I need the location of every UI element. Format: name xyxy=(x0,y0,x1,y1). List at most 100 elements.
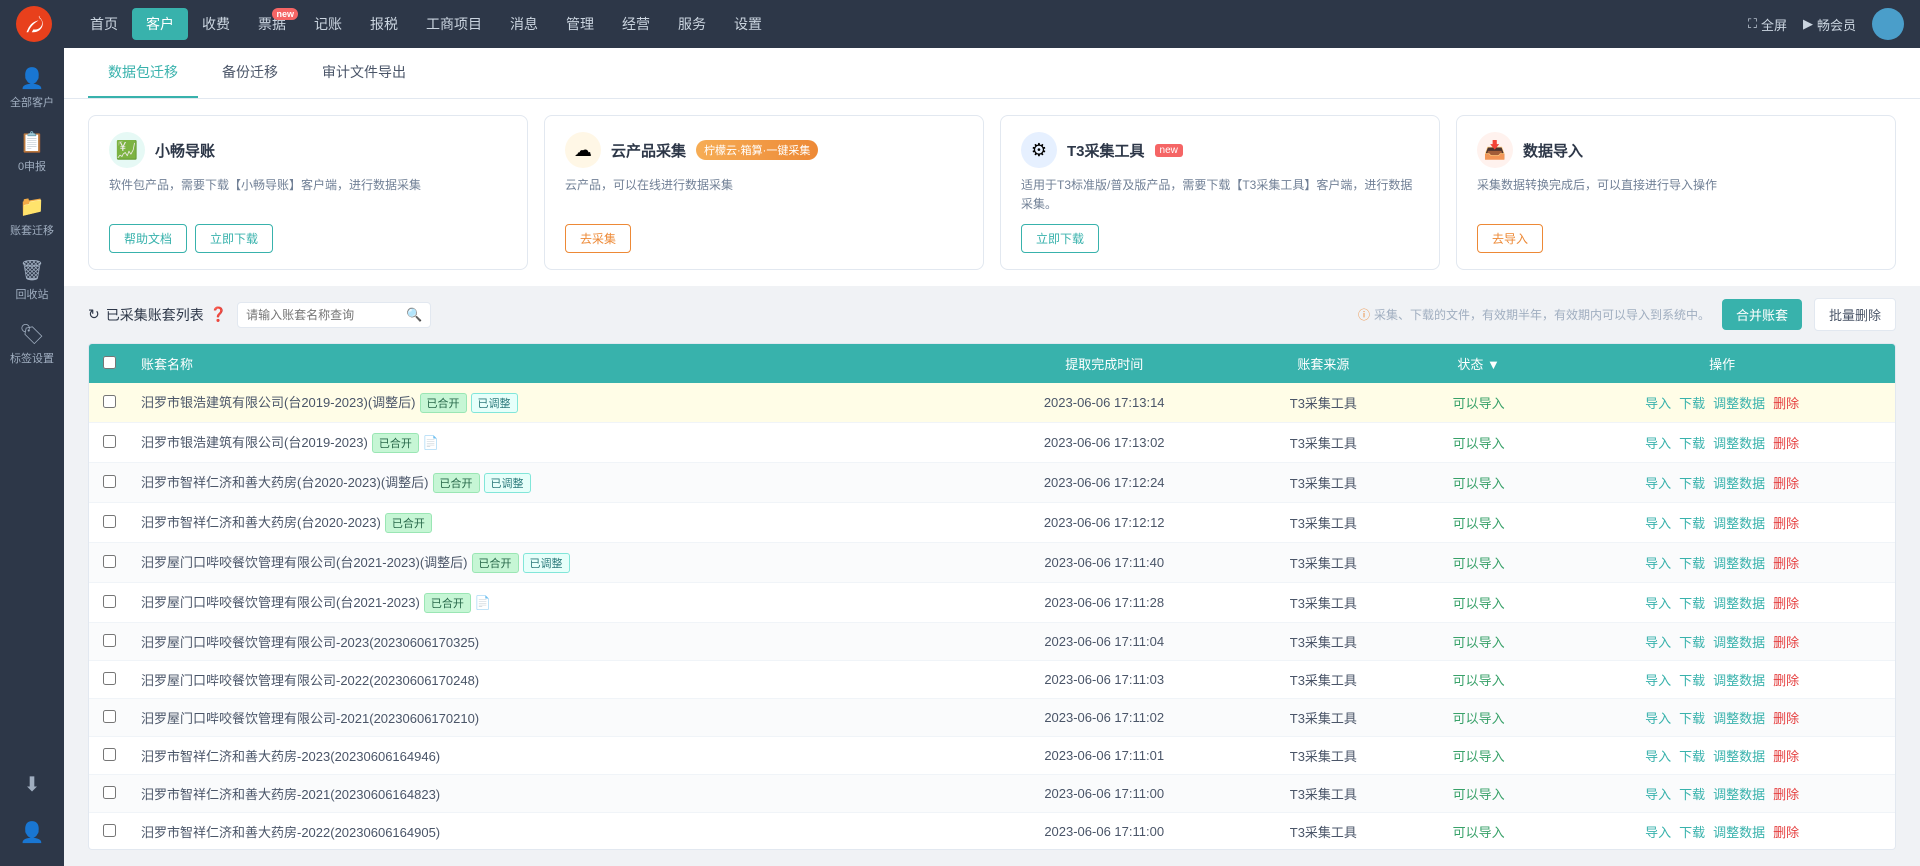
row-action-调整数据[interactable]: 调整数据 xyxy=(1713,556,1765,571)
row-checkbox[interactable] xyxy=(103,395,116,408)
row-checkbox[interactable] xyxy=(103,555,116,568)
row-checkbox[interactable] xyxy=(103,710,116,723)
row-action-调整数据[interactable]: 调整数据 xyxy=(1713,436,1765,451)
row-action-下载[interactable]: 下载 xyxy=(1679,596,1705,611)
xiaochangdao-download-btn[interactable]: 立即下载 xyxy=(195,224,273,253)
nav-customers[interactable]: 客户 xyxy=(132,8,188,40)
row-action-删除[interactable]: 删除 xyxy=(1773,596,1799,611)
nav-commerce[interactable]: 工商项目 xyxy=(412,8,496,40)
row-action-导入[interactable]: 导入 xyxy=(1645,749,1671,764)
list-help-icon[interactable]: ❓ xyxy=(210,306,227,323)
row-action-调整数据[interactable]: 调整数据 xyxy=(1713,711,1765,726)
row-action-导入[interactable]: 导入 xyxy=(1645,711,1671,726)
nav-billing[interactable]: 收费 xyxy=(188,8,244,40)
sidebar-item-trash[interactable]: 🗑 回收站 xyxy=(0,248,64,312)
row-action-导入[interactable]: 导入 xyxy=(1645,787,1671,802)
row-action-下载[interactable]: 下载 xyxy=(1679,749,1705,764)
sidebar-item-tag-settings[interactable]: 🏷 标签设置 xyxy=(0,312,64,376)
row-file-icon[interactable]: 📄 xyxy=(423,435,439,450)
nav-home[interactable]: 首页 xyxy=(76,8,132,40)
row-action-删除[interactable]: 删除 xyxy=(1773,787,1799,802)
row-action-删除[interactable]: 删除 xyxy=(1773,516,1799,531)
search-input[interactable] xyxy=(246,308,406,322)
row-checkbox[interactable] xyxy=(103,824,116,837)
row-action-调整数据[interactable]: 调整数据 xyxy=(1713,749,1765,764)
row-action-删除[interactable]: 删除 xyxy=(1773,556,1799,571)
search-icon[interactable]: 🔍 xyxy=(406,307,422,323)
row-action-删除[interactable]: 删除 xyxy=(1773,476,1799,491)
row-action-调整数据[interactable]: 调整数据 xyxy=(1713,596,1765,611)
row-action-删除[interactable]: 删除 xyxy=(1773,825,1799,840)
row-action-删除[interactable]: 删除 xyxy=(1773,749,1799,764)
row-checkbox[interactable] xyxy=(103,748,116,761)
sidebar-item-user-profile[interactable]: 👤 xyxy=(20,810,45,858)
row-action-导入[interactable]: 导入 xyxy=(1645,396,1671,411)
row-action-导入[interactable]: 导入 xyxy=(1645,673,1671,688)
row-action-下载[interactable]: 下载 xyxy=(1679,635,1705,650)
row-action-下载[interactable]: 下载 xyxy=(1679,396,1705,411)
row-action-下载[interactable]: 下载 xyxy=(1679,825,1705,840)
user-avatar[interactable] xyxy=(1872,8,1904,40)
row-action-删除[interactable]: 删除 xyxy=(1773,436,1799,451)
row-action-删除[interactable]: 删除 xyxy=(1773,711,1799,726)
row-action-调整数据[interactable]: 调整数据 xyxy=(1713,516,1765,531)
row-action-删除[interactable]: 删除 xyxy=(1773,673,1799,688)
row-checkbox[interactable] xyxy=(103,634,116,647)
refresh-icon[interactable]: ↻ xyxy=(88,306,100,323)
row-action-下载[interactable]: 下载 xyxy=(1679,711,1705,726)
sidebar-item-zero-report[interactable]: 📋 0申报 xyxy=(0,120,64,184)
row-checkbox[interactable] xyxy=(103,672,116,685)
fullscreen-btn[interactable]: ⛶ 全屏 xyxy=(1748,15,1787,34)
row-action-调整数据[interactable]: 调整数据 xyxy=(1713,825,1765,840)
row-file-icon[interactable]: 📄 xyxy=(475,595,491,610)
tab-backup-migration[interactable]: 备份迁移 xyxy=(202,48,298,98)
row-checkbox[interactable] xyxy=(103,595,116,608)
nav-settings[interactable]: 设置 xyxy=(720,8,776,40)
row-action-调整数据[interactable]: 调整数据 xyxy=(1713,673,1765,688)
row-action-导入[interactable]: 导入 xyxy=(1645,476,1671,491)
nav-message[interactable]: 消息 xyxy=(496,8,552,40)
dataimport-go-btn[interactable]: 去导入 xyxy=(1477,224,1543,253)
row-action-删除[interactable]: 删除 xyxy=(1773,396,1799,411)
nav-service[interactable]: 服务 xyxy=(664,8,720,40)
nav-manage[interactable]: 管理 xyxy=(552,8,608,40)
row-checkbox[interactable] xyxy=(103,475,116,488)
sidebar-item-all-customers[interactable]: 👤 全部客户 xyxy=(0,56,64,120)
nav-bookkeeping[interactable]: 记账 xyxy=(300,8,356,40)
sidebar-item-account-migrate[interactable]: 📁 账套迁移 xyxy=(0,184,64,248)
row-action-调整数据[interactable]: 调整数据 xyxy=(1713,396,1765,411)
nav-tax[interactable]: 报税 xyxy=(356,8,412,40)
row-action-导入[interactable]: 导入 xyxy=(1645,516,1671,531)
row-action-调整数据[interactable]: 调整数据 xyxy=(1713,635,1765,650)
merge-accounts-btn[interactable]: 合并账套 xyxy=(1722,299,1802,330)
tab-data-migration[interactable]: 数据包迁移 xyxy=(88,48,198,98)
row-action-删除[interactable]: 删除 xyxy=(1773,635,1799,650)
row-checkbox[interactable] xyxy=(103,786,116,799)
bulk-delete-btn[interactable]: 批量删除 xyxy=(1814,298,1896,331)
row-action-下载[interactable]: 下载 xyxy=(1679,673,1705,688)
sidebar-item-download[interactable]: ⬇ xyxy=(20,762,45,810)
row-action-下载[interactable]: 下载 xyxy=(1679,556,1705,571)
row-action-下载[interactable]: 下载 xyxy=(1679,787,1705,802)
row-action-导入[interactable]: 导入 xyxy=(1645,556,1671,571)
row-action-下载[interactable]: 下载 xyxy=(1679,476,1705,491)
row-action-导入[interactable]: 导入 xyxy=(1645,596,1671,611)
row-action-调整数据[interactable]: 调整数据 xyxy=(1713,787,1765,802)
row-action-下载[interactable]: 下载 xyxy=(1679,516,1705,531)
card-xiaochangdao: 💹 小畅导账 软件包产品，需要下载【小畅导账】客户端，进行数据采集 帮助文档 立… xyxy=(88,115,528,270)
row-checkbox[interactable] xyxy=(103,435,116,448)
row-action-导入[interactable]: 导入 xyxy=(1645,635,1671,650)
t3tool-download-btn[interactable]: 立即下载 xyxy=(1021,224,1099,253)
tab-audit-export[interactable]: 审计文件导出 xyxy=(302,48,426,98)
row-checkbox[interactable] xyxy=(103,515,116,528)
row-action-导入[interactable]: 导入 xyxy=(1645,436,1671,451)
yuncp-collect-btn[interactable]: 去采集 xyxy=(565,224,631,253)
row-action-导入[interactable]: 导入 xyxy=(1645,825,1671,840)
logo[interactable] xyxy=(16,6,52,42)
nav-operation[interactable]: 经营 xyxy=(608,8,664,40)
select-all-checkbox[interactable] xyxy=(103,356,116,369)
xiaochangdao-help-btn[interactable]: 帮助文档 xyxy=(109,224,187,253)
row-action-调整数据[interactable]: 调整数据 xyxy=(1713,476,1765,491)
row-action-下载[interactable]: 下载 xyxy=(1679,436,1705,451)
vip-btn[interactable]: ▶ 畅会员 xyxy=(1803,15,1856,34)
